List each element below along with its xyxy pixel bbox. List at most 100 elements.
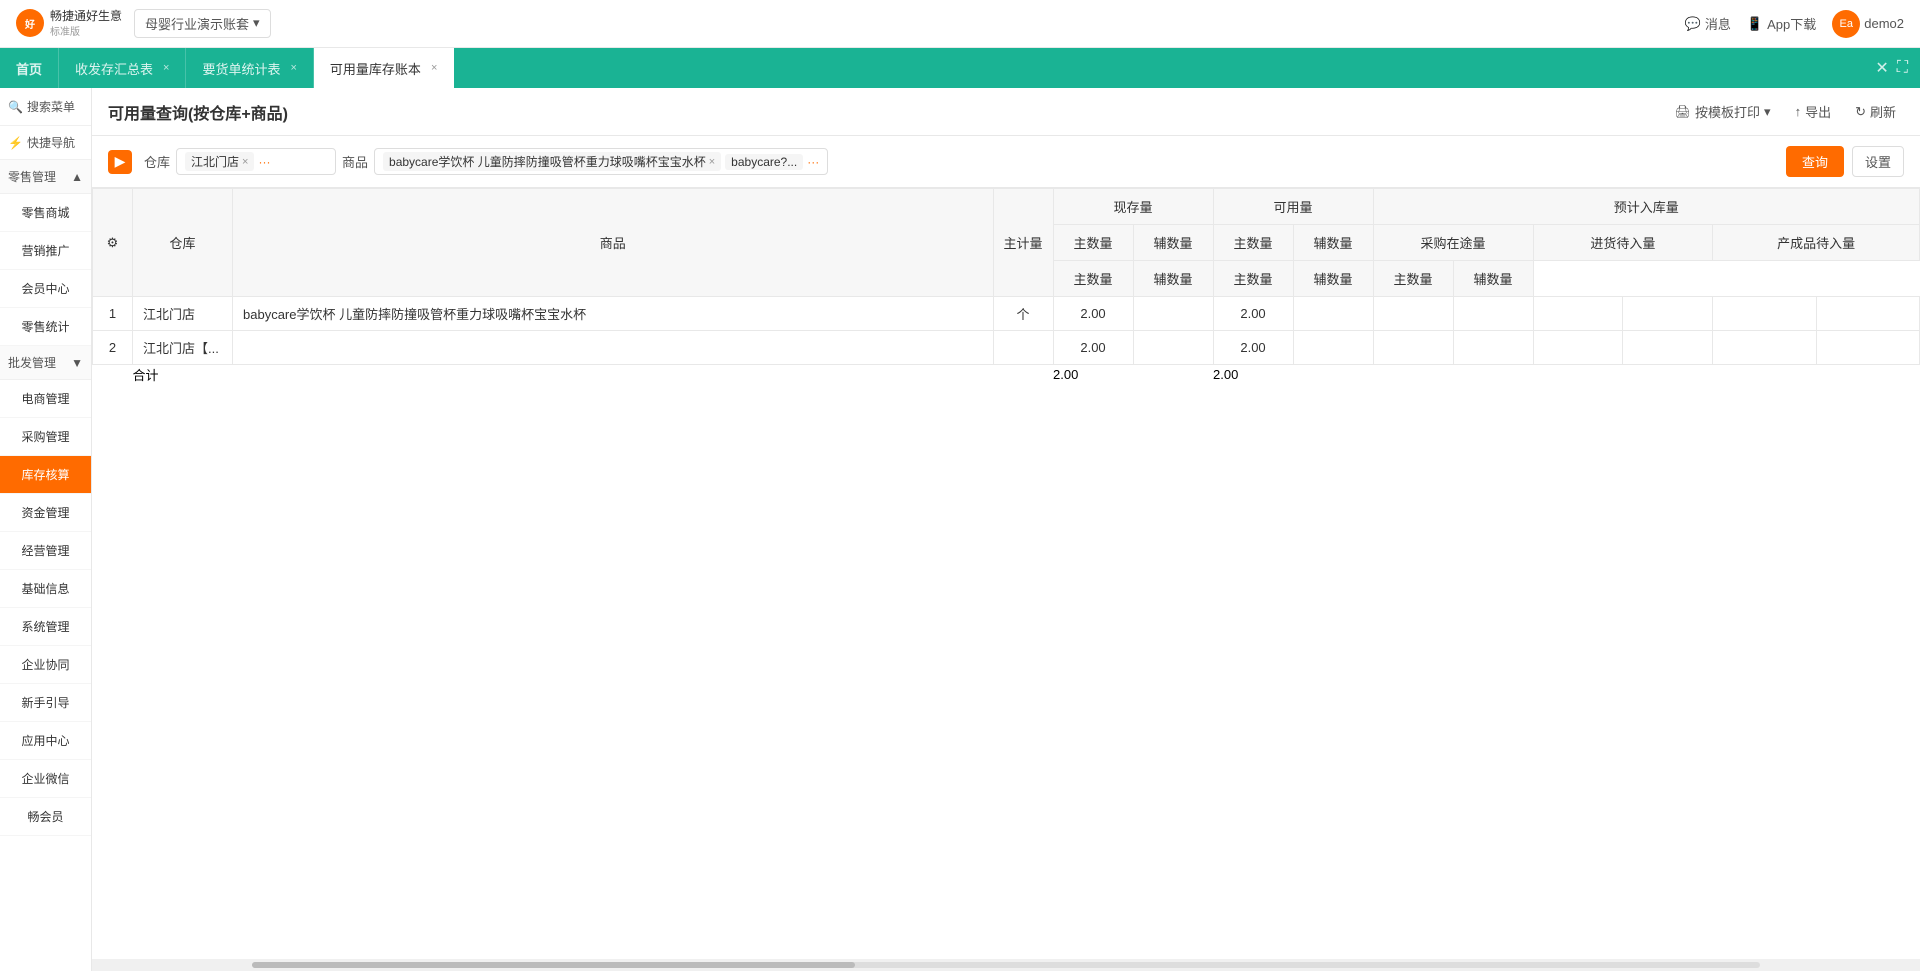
avatar: Ea	[1832, 10, 1860, 38]
product-more-btn[interactable]: ···	[807, 155, 819, 169]
col-cs-main-header: 主数量	[1053, 225, 1133, 261]
footer-cs-main: 2.00	[1053, 365, 1133, 385]
col-av-aux-header: 辅数量	[1293, 225, 1373, 261]
enterprise-collab-label: 企业协同	[21, 656, 69, 673]
sidebar-item-finance-mgmt[interactable]: 资金管理	[0, 494, 91, 532]
footer-av-main: 2.00	[1213, 365, 1293, 385]
sidebar-item-purchase-mgmt[interactable]: 采购管理	[0, 418, 91, 456]
sidebar: 🔍 搜索菜单 ⚡ 快捷导航 零售管理 ▲ 零售商城 营销推广 会员中心 零售统计…	[0, 88, 92, 971]
refresh-btn[interactable]: ↻ 刷新	[1847, 98, 1904, 125]
close-all-tabs-btn[interactable]: ✕	[1875, 58, 1888, 78]
inventory-table: ⚙ 仓库 商品 主计量 现存量 可用量 预计入库量 主数量 辅数量 主数量 辅数…	[92, 188, 1920, 384]
cell-index: 2	[93, 331, 133, 365]
industry-selector[interactable]: 母婴行业演示账套 ▾	[134, 9, 271, 38]
message-btn[interactable]: 💬 消息	[1685, 14, 1731, 33]
cell-ip_aux	[1623, 331, 1713, 365]
table-row: 1江北门店babycare学饮杯 儿童防摔防撞吸管杯重力球吸嘴杯宝宝水杯个2.0…	[93, 297, 1920, 331]
product-filter-label: 商品	[342, 152, 368, 171]
phone-icon: 📱	[1747, 16, 1763, 32]
top-bar: 好 畅捷通好生意 标准版 母婴行业演示账套 ▾ 💬 消息 📱 App下载 Ea …	[0, 0, 1920, 48]
cell-fp_main	[1713, 331, 1816, 365]
tab-receipt-summary[interactable]: 收发存汇总表 ×	[59, 48, 186, 88]
sidebar-item-enterprise-collab[interactable]: 企业协同	[0, 646, 91, 684]
cell-pt_aux	[1453, 331, 1533, 365]
warehouse-tag-close[interactable]: ×	[242, 156, 248, 168]
fullscreen-btn[interactable]: ⛶	[1897, 59, 1908, 77]
sidebar-item-retail-mgmt[interactable]: 零售管理 ▲	[0, 160, 91, 194]
industry-label: 母婴行业演示账套	[145, 14, 249, 33]
page-header: 可用量查询(按仓库+商品) 🖨 按模板打印 ▾ ↑ 导出 ↻ 刷新	[92, 88, 1920, 136]
app-download-label: App下载	[1767, 14, 1816, 33]
enterprise-wechat-label: 企业微信	[21, 770, 69, 787]
sidebar-item-retail-mall[interactable]: 零售商城	[0, 194, 91, 232]
sidebar-item-system-mgmt[interactable]: 系统管理	[0, 608, 91, 646]
member-center-label: 会员中心	[21, 280, 69, 297]
sidebar-item-operations-mgmt[interactable]: 经营管理	[0, 532, 91, 570]
product-tag-2-value: babycare?...	[731, 155, 797, 169]
user-area[interactable]: Ea demo2	[1832, 10, 1904, 38]
scroll-track	[252, 962, 1760, 968]
col-settings-header[interactable]: ⚙	[93, 189, 133, 297]
sidebar-item-inventory[interactable]: 库存核算	[0, 456, 91, 494]
export-icon: ↑	[1795, 104, 1802, 119]
sidebar-item-ecommerce-mgmt[interactable]: 电商管理	[0, 380, 91, 418]
sidebar-quick-nav-label: 快捷导航	[27, 134, 75, 151]
col-warehouse-header: 仓库	[133, 189, 233, 297]
close-available-inventory-icon[interactable]: ×	[431, 62, 437, 74]
horizontal-scrollbar[interactable]	[92, 959, 1920, 971]
export-btn[interactable]: ↑ 导出	[1787, 98, 1840, 125]
tab-requisition-stats[interactable]: 要货单统计表 ×	[186, 48, 313, 88]
sidebar-item-basic-info[interactable]: 基础信息	[0, 570, 91, 608]
marketing-label: 营销推广	[21, 242, 69, 259]
sidebar-item-enterprise-wechat[interactable]: 企业微信	[0, 760, 91, 798]
footer-unit	[993, 365, 1053, 385]
print-arrow-icon: ▾	[1764, 104, 1771, 120]
main-layout: 🔍 搜索菜单 ⚡ 快捷导航 零售管理 ▲ 零售商城 营销推广 会员中心 零售统计…	[0, 88, 1920, 971]
tab-available-inventory[interactable]: 可用量库存账本 ×	[314, 48, 454, 88]
retail-mgmt-arrow: ▲	[71, 170, 83, 184]
close-receipt-summary-icon[interactable]: ×	[163, 62, 169, 74]
cell-av_main: 2.00	[1213, 331, 1293, 365]
warehouse-filter-input[interactable]: 江北门店 × ···	[176, 148, 336, 175]
sidebar-item-new-guide[interactable]: 新手引导	[0, 684, 91, 722]
sidebar-item-member-center[interactable]: 会员中心	[0, 270, 91, 308]
cell-av_aux	[1293, 297, 1373, 331]
operations-mgmt-label: 经营管理	[21, 542, 69, 559]
tab-home-label: 首页	[16, 59, 42, 78]
warehouse-more-btn[interactable]: ···	[258, 155, 270, 169]
close-requisition-stats-icon[interactable]: ×	[290, 62, 296, 74]
product-tag-1-close[interactable]: ×	[709, 156, 715, 168]
member-label: 畅会员	[27, 808, 63, 825]
tab-receipt-summary-label: 收发存汇总表	[75, 59, 153, 78]
sidebar-search[interactable]: 🔍 搜索菜单	[0, 88, 91, 126]
footer-fp-main	[1713, 365, 1816, 385]
product-filter-input[interactable]: babycare学饮杯 儿童防摔防撞吸管杯重力球吸嘴杯宝宝水杯 × babyca…	[374, 148, 828, 175]
sidebar-item-wholesale-mgmt[interactable]: 批发管理 ▼	[0, 346, 91, 380]
app-download-btn[interactable]: 📱 App下载	[1747, 14, 1816, 33]
tab-available-inventory-label: 可用量库存账本	[330, 59, 421, 78]
tab-home[interactable]: 首页	[0, 48, 59, 88]
sidebar-item-marketing[interactable]: 营销推广	[0, 232, 91, 270]
cell-cs_main: 2.00	[1053, 297, 1133, 331]
cell-warehouse: 江北门店【...	[133, 331, 233, 365]
filter-toggle-btn[interactable]: ▶	[108, 150, 132, 174]
col-pt-main-header: 主数量	[1053, 261, 1133, 297]
print-btn[interactable]: 🖨 按模板打印 ▾	[1667, 98, 1779, 125]
purchase-mgmt-label: 采购管理	[21, 428, 69, 445]
sidebar-item-retail-stats[interactable]: 零售统计	[0, 308, 91, 346]
settings-btn[interactable]: 设置	[1852, 146, 1904, 177]
ecommerce-mgmt-label: 电商管理	[21, 390, 69, 407]
col-fp-main-header: 主数量	[1373, 261, 1453, 297]
col-fp-aux-header: 辅数量	[1453, 261, 1533, 297]
cell-unit: 个	[993, 297, 1053, 331]
footer-av-aux	[1293, 365, 1373, 385]
sidebar-item-app-center[interactable]: 应用中心	[0, 722, 91, 760]
page-title: 可用量查询(按仓库+商品)	[108, 100, 288, 124]
query-btn[interactable]: 查询	[1786, 146, 1844, 177]
col-product-header: 商品	[233, 189, 994, 297]
finance-mgmt-label: 资金管理	[21, 504, 69, 521]
sidebar-quick-nav[interactable]: ⚡ 快捷导航	[0, 126, 91, 160]
table-area: ⚙ 仓库 商品 主计量 现存量 可用量 预计入库量 主数量 辅数量 主数量 辅数…	[92, 188, 1920, 959]
sidebar-item-member[interactable]: 畅会员	[0, 798, 91, 836]
cell-pt_main	[1373, 297, 1453, 331]
